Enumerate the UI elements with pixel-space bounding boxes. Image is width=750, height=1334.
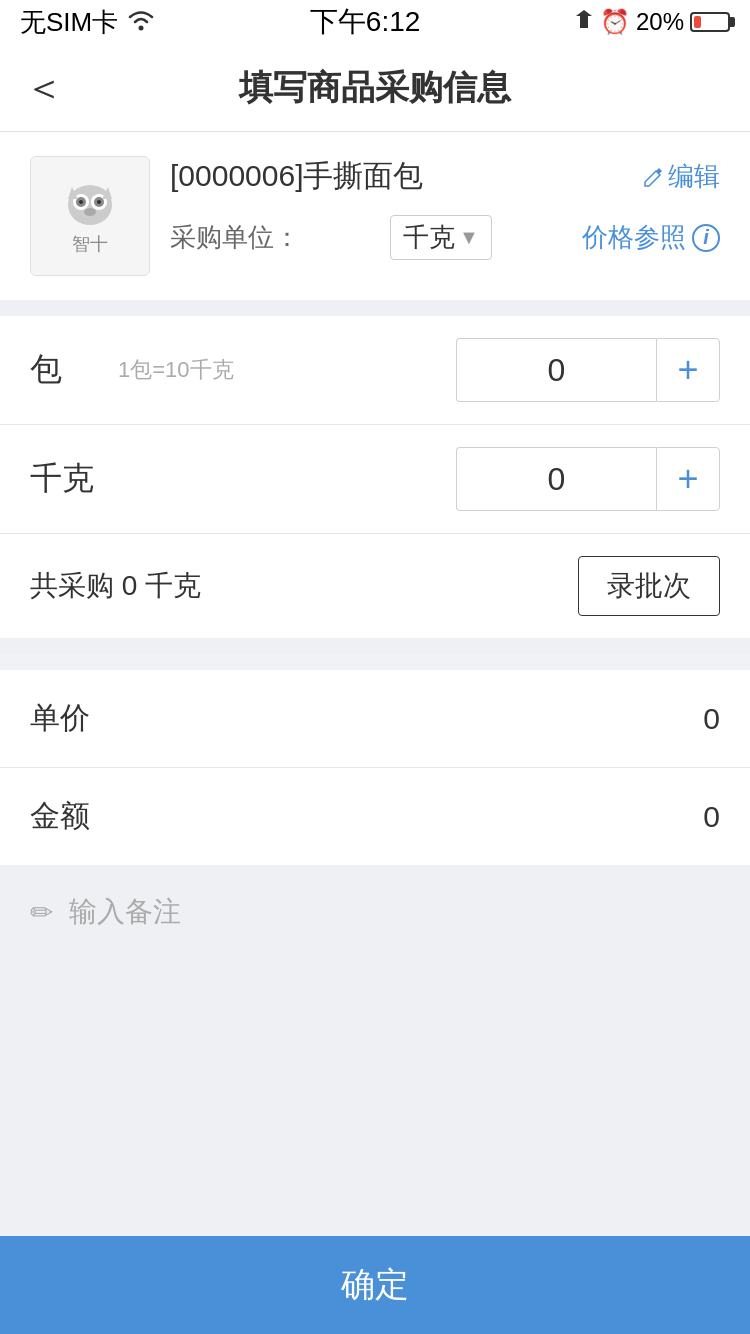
bao-input[interactable] — [456, 338, 656, 402]
edit-button[interactable]: 编辑 — [642, 159, 720, 194]
product-info: [0000006]手撕面包 编辑 采购单位： 千克 ▼ 价格参照 i — [170, 156, 720, 260]
confirm-button[interactable]: 确定 — [0, 1236, 750, 1334]
product-name: [0000006]手撕面包 — [170, 156, 423, 197]
dropdown-arrow-icon: ▼ — [459, 226, 479, 249]
bao-sub-label: 1包=10千克 — [118, 355, 456, 385]
remark-placeholder: 输入备注 — [69, 893, 181, 931]
amount-label: 金额 — [30, 796, 90, 837]
remark-pencil-icon: ✏ — [30, 896, 53, 929]
bao-input-wrap: + — [456, 338, 720, 402]
alarm-icon: ⏰ — [600, 8, 630, 36]
kg-input[interactable] — [456, 447, 656, 511]
divider-1 — [0, 300, 750, 316]
bao-label: 包 — [30, 348, 110, 392]
product-card: 智十 [0000006]手撕面包 编辑 采购单位： 千克 ▼ — [0, 132, 750, 300]
total-text: 共采购 0 千克 — [30, 567, 201, 605]
unit-select[interactable]: 千克 ▼ — [390, 215, 492, 260]
status-time: 下午6:12 — [310, 3, 421, 41]
svg-point-6 — [79, 200, 83, 204]
unit-price-row: 单价 0 — [0, 670, 750, 768]
logo-text: 智十 — [72, 232, 108, 256]
unit-price-value: 0 — [703, 702, 720, 736]
product-logo: 智十 — [60, 177, 120, 256]
confirm-label: 确定 — [341, 1262, 409, 1308]
wifi-icon — [126, 7, 156, 38]
unit-row: 采购单位： 千克 ▼ 价格参照 i — [170, 215, 720, 260]
svg-point-7 — [97, 200, 101, 204]
remark-section[interactable]: ✏ 输入备注 — [0, 865, 750, 959]
amount-value: 0 — [703, 800, 720, 834]
status-left: 无SIM卡 — [20, 5, 156, 40]
bao-input-row: 包 1包=10千克 + — [0, 316, 750, 425]
bao-plus-button[interactable]: + — [656, 338, 720, 402]
edit-icon — [642, 166, 664, 188]
unit-label: 采购单位： — [170, 220, 300, 255]
signal-text: 无SIM卡 — [20, 5, 118, 40]
back-icon: ＜ — [24, 60, 64, 115]
page-title: 填写商品采购信息 — [239, 65, 511, 111]
svg-point-8 — [84, 208, 96, 216]
back-button[interactable]: ＜ — [24, 60, 64, 115]
product-image: 智十 — [30, 156, 150, 276]
battery-percent: 20% — [636, 8, 684, 36]
price-section: 单价 0 金额 0 — [0, 670, 750, 865]
record-batch-button[interactable]: 录批次 — [578, 556, 720, 616]
battery-icon — [690, 12, 730, 32]
amount-row: 金额 0 — [0, 768, 750, 865]
total-row: 共采购 0 千克 录批次 — [0, 534, 750, 638]
kg-input-row: 千克 + — [0, 425, 750, 534]
price-ref-label: 价格参照 — [582, 220, 686, 255]
status-right: ⏰ 20% — [574, 8, 730, 36]
kg-plus-button[interactable]: + — [656, 447, 720, 511]
input-section: 包 1包=10千克 + 千克 + — [0, 316, 750, 534]
kg-label: 千克 — [30, 457, 110, 501]
unit-price-label: 单价 — [30, 698, 90, 739]
kg-input-wrap: + — [456, 447, 720, 511]
location-icon — [574, 8, 594, 36]
product-name-row: [0000006]手撕面包 编辑 — [170, 156, 720, 197]
svg-point-0 — [139, 25, 144, 30]
info-icon: i — [692, 224, 720, 252]
status-bar: 无SIM卡 下午6:12 ⏰ 20% — [0, 0, 750, 44]
divider-2 — [0, 638, 750, 654]
nav-bar: ＜ 填写商品采购信息 — [0, 44, 750, 132]
unit-value: 千克 — [403, 220, 455, 255]
price-ref-button[interactable]: 价格参照 i — [582, 220, 720, 255]
